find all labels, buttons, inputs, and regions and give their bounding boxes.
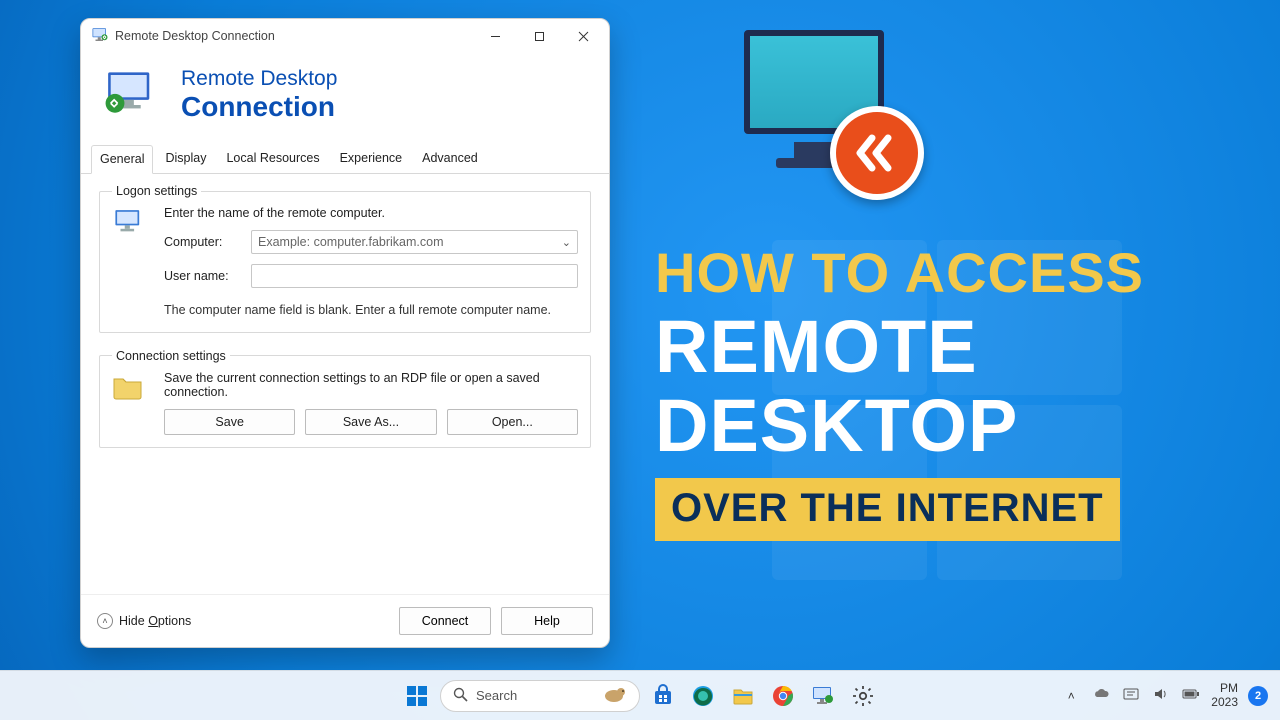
taskbar-edge-icon[interactable] (686, 679, 720, 713)
taskbar: Search (0, 670, 1280, 720)
username-label: User name: (164, 269, 239, 283)
tray-battery-icon[interactable] (1181, 688, 1201, 703)
taskbar-rdc-icon[interactable] (806, 679, 840, 713)
open-button[interactable]: Open... (447, 409, 578, 435)
taskbar-search[interactable]: Search (440, 680, 640, 712)
remote-badge-icon (830, 106, 924, 200)
rdc-hero-icon (103, 68, 163, 123)
remote-app-illustration (744, 30, 930, 216)
tray-language-icon[interactable] (1121, 686, 1141, 705)
computer-combobox[interactable]: Example: computer.fabrikam.com ⌄ (251, 230, 578, 254)
search-placeholder: Search (476, 688, 517, 703)
titlebar[interactable]: Remote Desktop Connection (81, 19, 609, 53)
tab-experience[interactable]: Experience (332, 145, 411, 173)
conn-prompt: Save the current connection settings to … (164, 371, 578, 399)
system-tray: ˄ PM 2023 2 (1061, 682, 1268, 708)
tray-overflow-icon[interactable]: ˄ (1061, 689, 1081, 703)
promo-line1: HOW TO ACCESS (655, 240, 1245, 305)
taskbar-chrome-icon[interactable] (766, 679, 800, 713)
start-button[interactable] (400, 679, 434, 713)
taskbar-explorer-icon[interactable] (726, 679, 760, 713)
chevron-up-icon: ˄ (97, 613, 113, 629)
desktop-background: HOW TO ACCESS REMOTE DESKTOP OVER THE IN… (0, 0, 1280, 720)
maximize-button[interactable] (517, 22, 561, 50)
tab-advanced[interactable]: Advanced (414, 145, 486, 173)
logon-settings-group: Logon settings Enter t (99, 184, 591, 333)
close-button[interactable] (561, 22, 605, 50)
promo-title-block: HOW TO ACCESS REMOTE DESKTOP OVER THE IN… (655, 240, 1245, 541)
connect-button[interactable]: Connect (399, 607, 491, 635)
tab-display[interactable]: Display (157, 145, 214, 173)
save-as-button[interactable]: Save As... (305, 409, 436, 435)
search-icon (453, 687, 468, 705)
taskbar-store-icon[interactable] (646, 679, 680, 713)
taskbar-clock[interactable]: PM 2023 (1211, 682, 1238, 708)
hide-options-link[interactable]: ˄ Hide Options (97, 613, 191, 629)
save-button[interactable]: Save (164, 409, 295, 435)
footer: ˄ Hide Options Connect Help (81, 594, 609, 647)
app-icon (91, 26, 109, 47)
logon-hint: The computer name field is blank. Enter … (164, 302, 578, 320)
folder-icon (112, 390, 144, 404)
computer-label: Computer: (164, 235, 239, 249)
connection-settings-group: Connection settings Save the current con… (99, 349, 591, 448)
conn-legend: Connection settings (112, 349, 230, 363)
tab-local-resources[interactable]: Local Resources (218, 145, 327, 173)
notification-badge[interactable]: 2 (1248, 686, 1268, 706)
help-button[interactable]: Help (501, 607, 593, 635)
minimize-button[interactable] (473, 22, 517, 50)
tab-general[interactable]: General (91, 145, 153, 174)
hide-options-label: Hide Options (119, 614, 191, 628)
tab-body: Logon settings Enter t (81, 174, 609, 594)
rdc-window: Remote Desktop Connection (80, 18, 610, 648)
header-band: Remote Desktop Connection (81, 53, 609, 145)
computer-placeholder: Example: computer.fabrikam.com (258, 235, 444, 249)
tab-strip: General Display Local Resources Experien… (81, 145, 609, 174)
promo-bar: OVER THE INTERNET (655, 478, 1120, 541)
window-title: Remote Desktop Connection (115, 29, 275, 43)
search-animal-icon (601, 684, 627, 707)
logon-prompt: Enter the name of the remote computer. (164, 206, 578, 220)
tray-onedrive-icon[interactable] (1091, 686, 1111, 705)
taskbar-settings-icon[interactable] (846, 679, 880, 713)
header-line1: Remote Desktop (181, 67, 337, 91)
computer-icon (112, 225, 146, 239)
logon-legend: Logon settings (112, 184, 201, 198)
promo-line2b: DESKTOP (655, 390, 1245, 463)
tray-volume-icon[interactable] (1151, 686, 1171, 705)
promo-line2a: REMOTE (655, 311, 1245, 384)
username-input[interactable] (251, 264, 578, 288)
header-line2: Connection (181, 91, 337, 123)
chevron-down-icon: ⌄ (562, 236, 571, 249)
